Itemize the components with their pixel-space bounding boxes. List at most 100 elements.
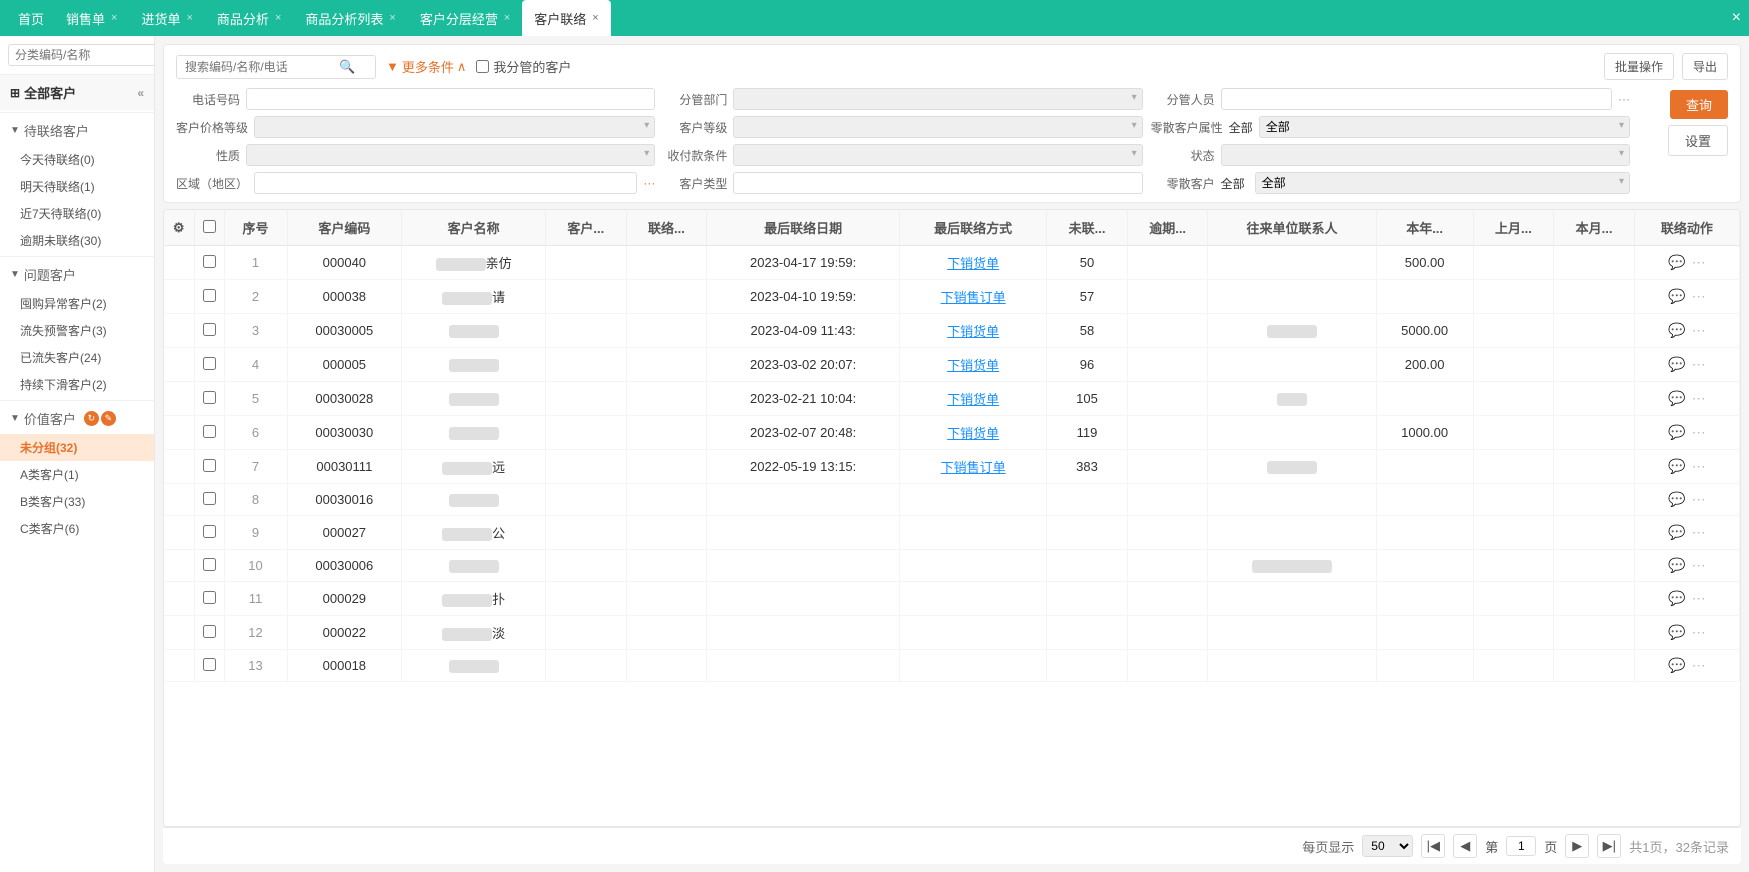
manager-input[interactable] <box>1221 88 1612 110</box>
close-product-analysis-tab[interactable]: × <box>275 12 281 24</box>
tab-home[interactable]: 首页 <box>8 0 54 36</box>
row-10-last-contact-method[interactable] <box>900 582 1047 616</box>
row-9-last-contact-method[interactable] <box>900 550 1047 582</box>
row-12-more-icon[interactable]: ⋯ <box>1692 657 1706 674</box>
close-purchase-tab[interactable]: × <box>186 12 192 24</box>
page-prev-btn[interactable]: ◀ <box>1453 834 1477 858</box>
row-2-checkbox-input[interactable] <box>203 323 216 336</box>
row-0-last-contact-method[interactable]: 下销货单 <box>900 246 1047 280</box>
row-0-more-icon[interactable]: ⋯ <box>1692 254 1706 271</box>
row-2-more-icon[interactable]: ⋯ <box>1692 322 1706 339</box>
table-col-settings[interactable]: ⚙ <box>164 210 194 246</box>
row-11-chat-icon[interactable]: 💬 <box>1668 624 1685 641</box>
sidebar-item-class-b[interactable]: B类客户(33) <box>0 488 154 515</box>
row-1-last-contact-method-link[interactable]: 下销售订单 <box>941 290 1006 305</box>
row-2-last-contact-method[interactable]: 下销货单 <box>900 314 1047 348</box>
row-8-last-contact-method[interactable] <box>900 516 1047 550</box>
row-3-chat-icon[interactable]: 💬 <box>1668 356 1685 373</box>
sidebar-item-hoarding-abnormal[interactable]: 囤购异常客户(2) <box>0 290 154 317</box>
tab-product-analysis[interactable]: 商品分析 × <box>205 0 293 36</box>
per-page-select[interactable]: 50 20 100 <box>1362 835 1413 857</box>
close-all-tabs[interactable]: × <box>1732 9 1741 27</box>
tab-product-analysis-list[interactable]: 商品分析列表 × <box>293 0 407 36</box>
close-customer-tier-tab[interactable]: × <box>504 12 510 24</box>
row-1-more-icon[interactable]: ⋯ <box>1692 288 1706 305</box>
row-7-last-contact-method[interactable] <box>900 484 1047 516</box>
sidebar-group-problem[interactable]: ▼ 问题客户 <box>0 259 154 290</box>
sidebar-item-tomorrow[interactable]: 明天待联络(1) <box>0 173 154 200</box>
row-10-chat-icon[interactable]: 💬 <box>1668 590 1685 607</box>
row-12-last-contact-method[interactable] <box>900 650 1047 682</box>
row-0-checkbox-input[interactable] <box>203 255 216 268</box>
customer-search-input[interactable] <box>185 60 335 74</box>
row-6-more-icon[interactable]: ⋯ <box>1692 458 1706 475</box>
phone-input[interactable] <box>246 88 655 110</box>
reset-button[interactable]: 设置 <box>1668 125 1728 156</box>
row-8-more-icon[interactable]: ⋯ <box>1692 524 1706 541</box>
tab-customer-tier[interactable]: 客户分层经营 × <box>408 0 522 36</box>
row-11-last-contact-method[interactable] <box>900 616 1047 650</box>
row-7-more-icon[interactable]: ⋯ <box>1692 491 1706 508</box>
row-9-checkbox-input[interactable] <box>203 558 216 571</box>
current-page-input[interactable] <box>1506 836 1536 856</box>
my-customers-checkbox[interactable] <box>476 60 489 73</box>
row-6-last-contact-method-link[interactable]: 下销售订单 <box>941 460 1006 475</box>
tab-purchase[interactable]: 进货单 × <box>129 0 204 36</box>
row-5-more-icon[interactable]: ⋯ <box>1692 424 1706 441</box>
page-last-btn[interactable]: ▶| <box>1597 834 1621 858</box>
row-9-more-icon[interactable]: ⋯ <box>1692 557 1706 574</box>
row-9-chat-icon[interactable]: 💬 <box>1668 557 1685 574</box>
region-input[interactable] <box>254 172 637 194</box>
sidebar-item-overdue[interactable]: 逾期未联络(30) <box>0 227 154 254</box>
page-first-btn[interactable]: |◀ <box>1421 834 1445 858</box>
select-all-checkbox[interactable] <box>203 220 216 233</box>
row-4-more-icon[interactable]: ⋯ <box>1692 390 1706 407</box>
row-0-chat-icon[interactable]: 💬 <box>1668 254 1685 271</box>
row-4-last-contact-method[interactable]: 下销货单 <box>900 382 1047 416</box>
row-4-last-contact-method-link[interactable]: 下销货单 <box>947 392 999 407</box>
row-1-chat-icon[interactable]: 💬 <box>1668 288 1685 305</box>
query-button[interactable]: 查询 <box>1670 90 1728 119</box>
row-4-chat-icon[interactable]: 💬 <box>1668 390 1685 407</box>
row-0-last-contact-method-link[interactable]: 下销货单 <box>947 256 999 271</box>
sidebar-search-input[interactable] <box>8 44 155 66</box>
row-4-checkbox-input[interactable] <box>203 391 216 404</box>
row-11-checkbox-input[interactable] <box>203 625 216 638</box>
row-3-more-icon[interactable]: ⋯ <box>1692 356 1706 373</box>
price-level-select[interactable] <box>254 116 655 138</box>
row-8-checkbox-input[interactable] <box>203 525 216 538</box>
more-conditions-toggle[interactable]: ▼ 更多条件 ∧ <box>386 57 466 76</box>
value-customer-refresh-icon[interactable]: ↻ <box>84 411 99 426</box>
sidebar-all-customers[interactable]: ⊞ 全部客户 « <box>0 75 154 110</box>
sidebar-item-7days[interactable]: 近7天待联络(0) <box>0 200 154 227</box>
row-3-last-contact-method-link[interactable]: 下销货单 <box>947 358 999 373</box>
customer-level-select[interactable] <box>733 116 1142 138</box>
sidebar-item-churned[interactable]: 已流失客户(24) <box>0 344 154 371</box>
row-12-checkbox-input[interactable] <box>203 658 216 671</box>
row-1-last-contact-method[interactable]: 下销售订单 <box>900 280 1047 314</box>
value-customer-edit-icon[interactable]: ✎ <box>101 411 116 426</box>
row-6-checkbox-input[interactable] <box>203 459 216 472</box>
row-1-checkbox-input[interactable] <box>203 289 216 302</box>
row-5-last-contact-method-link[interactable]: 下销货单 <box>947 426 999 441</box>
row-11-more-icon[interactable]: ⋯ <box>1692 624 1706 641</box>
row-3-last-contact-method[interactable]: 下销货单 <box>900 348 1047 382</box>
close-sales-tab[interactable]: × <box>111 12 117 24</box>
row-5-checkbox-input[interactable] <box>203 425 216 438</box>
row-12-chat-icon[interactable]: 💬 <box>1668 657 1685 674</box>
sidebar-item-declining[interactable]: 持续下滑客户(2) <box>0 371 154 398</box>
export-button[interactable]: 导出 <box>1682 53 1728 80</box>
customer-search-icon[interactable]: 🔍 <box>339 59 355 75</box>
sidebar-item-class-c[interactable]: C类客户(6) <box>0 515 154 542</box>
row-5-last-contact-method[interactable]: 下销货单 <box>900 416 1047 450</box>
row-2-chat-icon[interactable]: 💬 <box>1668 322 1685 339</box>
row-3-checkbox-input[interactable] <box>203 357 216 370</box>
region-more-icon[interactable]: ··· <box>643 176 655 190</box>
manager-more-icon[interactable]: ··· <box>1618 92 1630 106</box>
sidebar-group-value[interactable]: ▼ 价值客户 ↻ ✎ <box>0 403 154 434</box>
row-7-checkbox-input[interactable] <box>203 492 216 505</box>
sidebar-item-churn-warning[interactable]: 流失预警客户(3) <box>0 317 154 344</box>
page-next-btn[interactable]: ▶ <box>1565 834 1589 858</box>
row-6-last-contact-method[interactable]: 下销售订单 <box>900 450 1047 484</box>
sidebar-item-today[interactable]: 今天待联络(0) <box>0 146 154 173</box>
